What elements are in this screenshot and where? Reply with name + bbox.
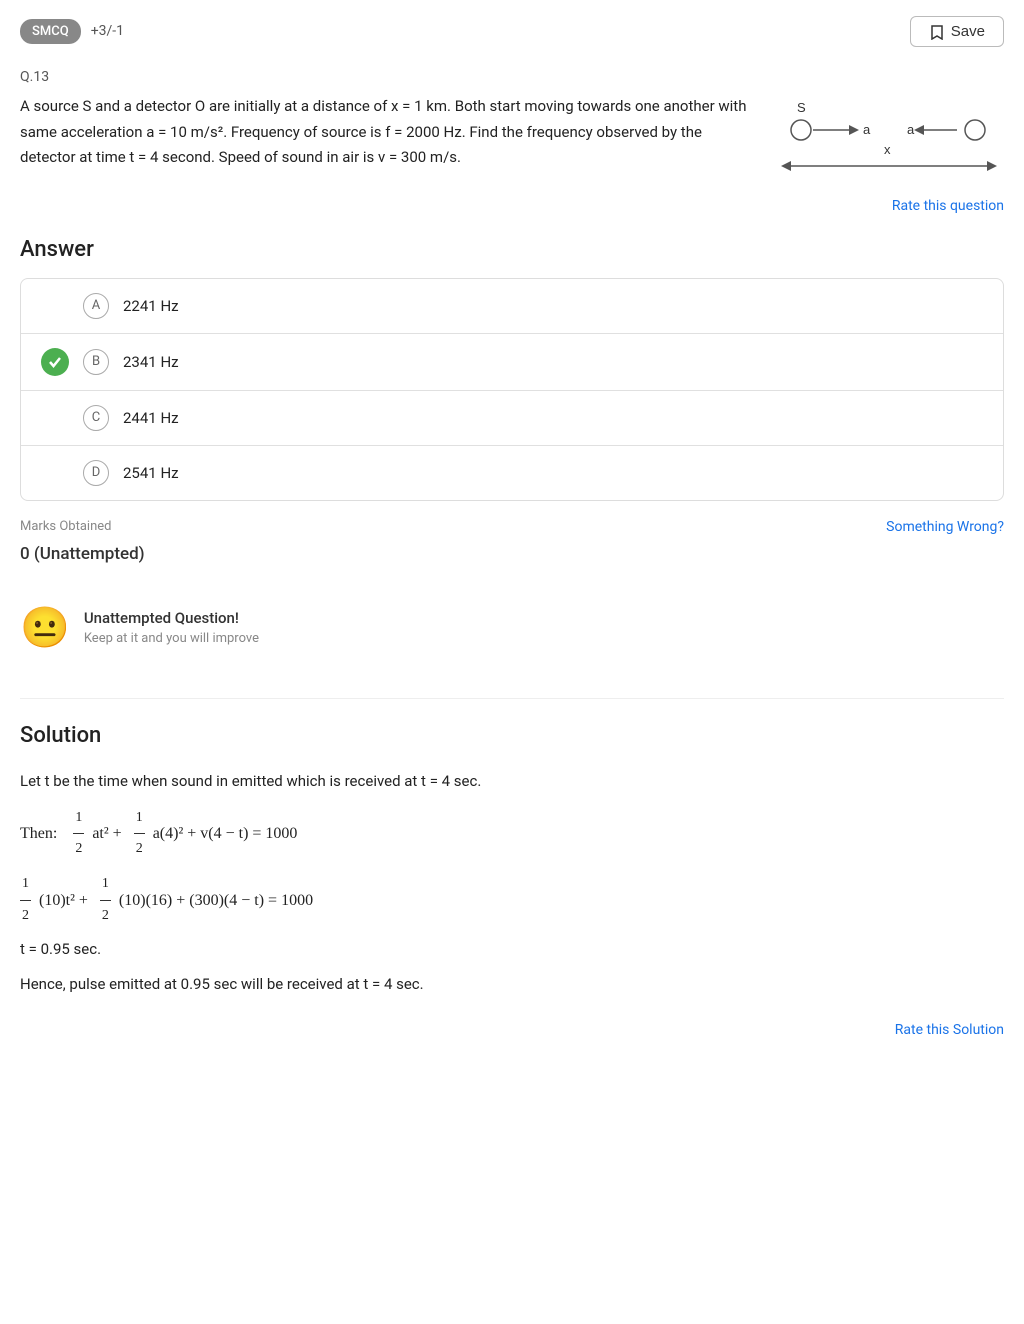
question-section: Q.13 A source S and a detector O are ini… [20,67,1004,217]
rate-solution-link[interactable]: Rate this Solution [895,1022,1004,1038]
unattempted-main-text: Unattempted Question! [84,607,259,630]
solution-heading: Solution [20,719,1004,752]
answer-section: Answer A 2241 Hz B 2341 Hz C [20,233,1004,501]
solution-formula-2: 12 (10)t² + 12 (10)(16) + (300)(4 − t) =… [20,869,1004,932]
solution-line-2: t = 0.95 sec. [20,936,1004,963]
option-a-circle: A [83,293,109,319]
marks-label: Marks Obtained [20,517,111,537]
option-b-circle: B [83,349,109,375]
option-c-circle: C [83,405,109,431]
divider [20,698,1004,699]
answer-heading: Answer [20,233,1004,266]
svg-text:S: S [797,100,806,115]
svg-text:a: a [907,122,915,137]
unattempted-section: 😐 Unattempted Question! Keep at it and y… [20,588,1004,668]
correct-check-icon [41,348,69,376]
rate-question-link[interactable]: Rate this question [892,198,1004,214]
diagram-svg: S a a x [779,94,999,184]
option-d-text: 2541 Hz [123,462,179,485]
option-row-a[interactable]: A 2241 Hz [21,279,1003,334]
svg-text:a: a [863,122,871,137]
something-wrong-link[interactable]: Something Wrong? [886,517,1004,538]
option-row-b[interactable]: B 2341 Hz [21,334,1003,391]
question-number: Q.13 [20,67,1004,88]
solution-line-1: Let t be the time when sound in emitted … [20,768,1004,795]
option-row-c[interactable]: C 2441 Hz [21,391,1003,446]
save-button[interactable]: Save [910,16,1004,47]
unattempted-sub-text: Keep at it and you will improve [84,629,259,649]
option-b-text: 2341 Hz [123,351,179,374]
marks-value: 0 (Unattempted) [20,542,1004,568]
solution-section: Solution Let t be the time when sound in… [20,719,1004,1041]
solution-formula-1: Then: 12 at² + 12 a(4)² + v(4 − t) = 100… [20,803,1004,866]
marks-section: Marks Obtained Something Wrong? [20,517,1004,538]
svg-text:x: x [884,142,891,157]
option-row-d[interactable]: D 2541 Hz [21,446,1003,500]
bookmark-icon [929,24,945,40]
option-c-text: 2441 Hz [123,407,179,430]
question-diagram: S a a x [774,94,1004,184]
options-list: A 2241 Hz B 2341 Hz C 2441 Hz [20,278,1004,501]
unattempted-emoji: 😐 [20,598,70,658]
question-text: A source S and a detector O are initiall… [20,94,754,171]
option-a-text: 2241 Hz [123,295,179,318]
marking-scheme: +3/-1 [91,21,124,42]
option-d-circle: D [83,460,109,486]
question-header: SMCQ +3/-1 Save [20,16,1004,47]
solution-line-3: Hence, pulse emitted at 0.95 sec will be… [20,971,1004,998]
smcq-badge: SMCQ [20,19,81,45]
